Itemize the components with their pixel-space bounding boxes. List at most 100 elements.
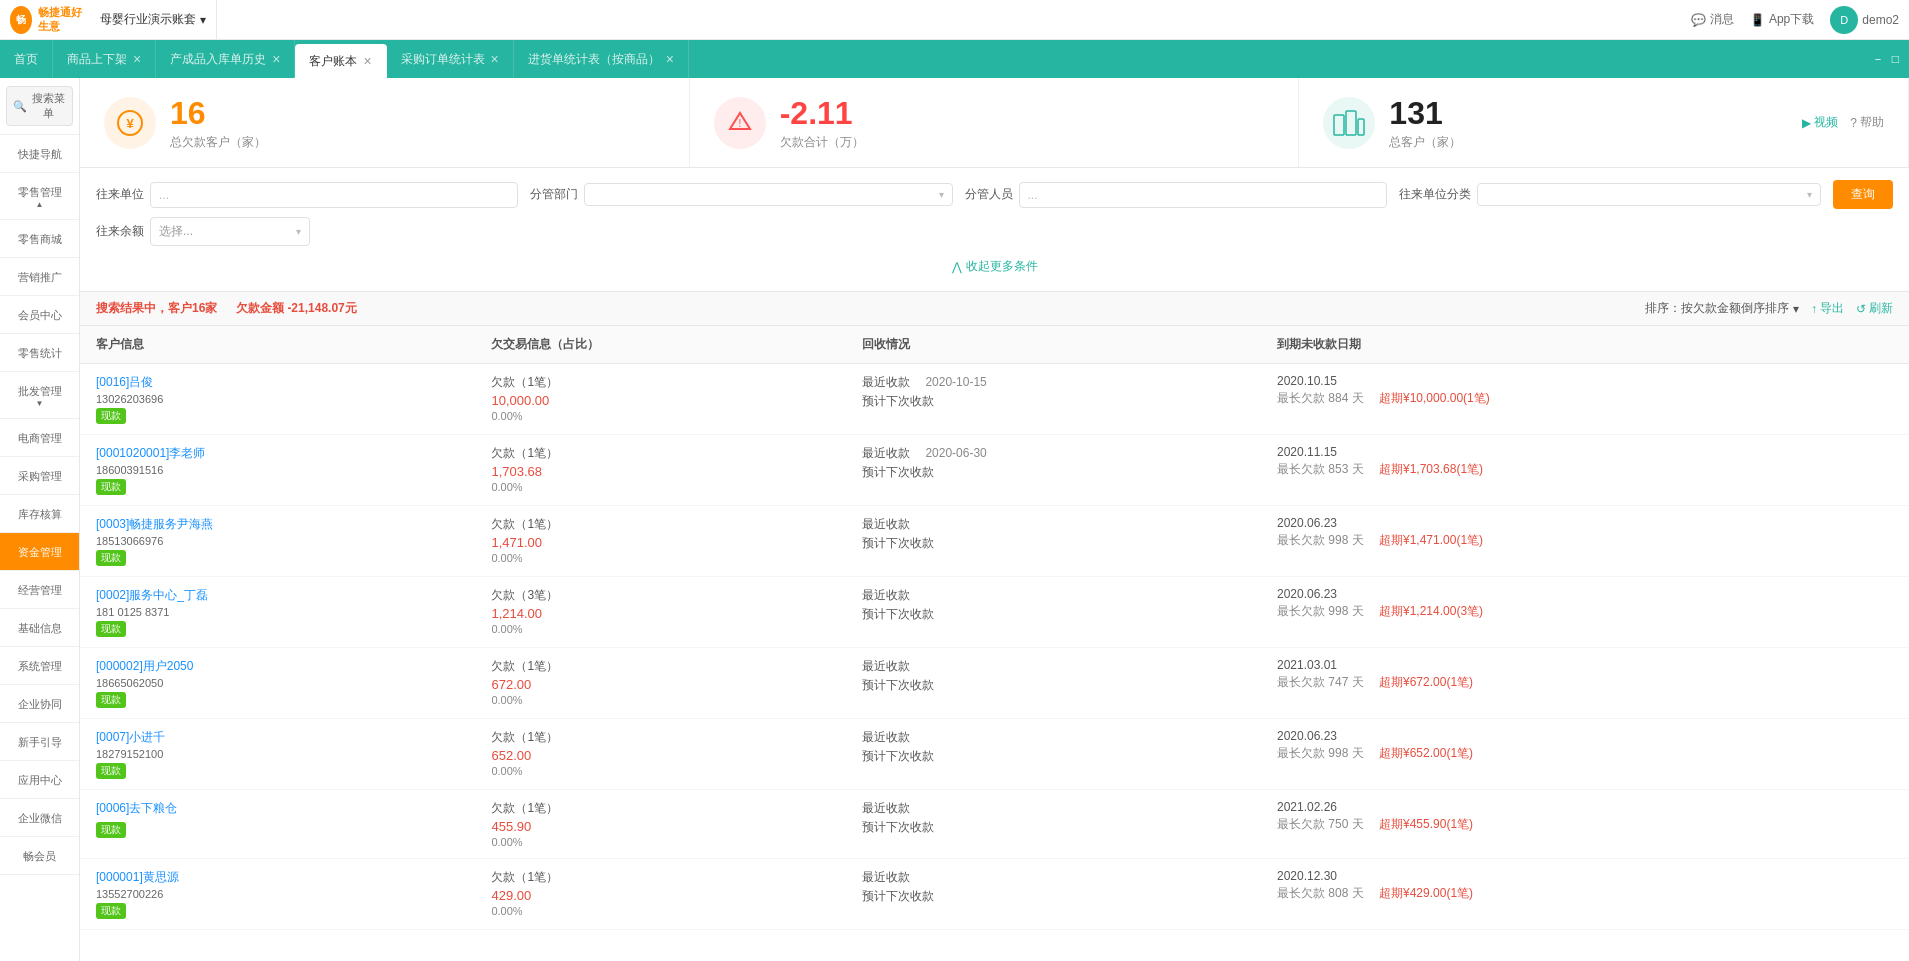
overdue-amount-link[interactable]: 超期¥672.00(1笔) [1379,675,1473,689]
overdue-amount-link[interactable]: 超期¥652.00(1笔) [1379,746,1473,760]
sidebar-item-basic-info[interactable]: 基础信息 [0,609,79,647]
wechat-label: 企业微信 [4,811,75,826]
tab-purchase-order[interactable]: 采购订单统计表 × [387,40,514,78]
sidebar-item-retail-mall[interactable]: 零售商城 [0,220,79,258]
tab-production-close[interactable]: × [272,52,280,66]
sidebar-item-marketing[interactable]: 营销推广 [0,258,79,296]
sidebar-item-wechat[interactable]: 企业微信 [0,799,79,837]
overdue-amount-link[interactable]: 超期¥1,471.00(1笔) [1379,533,1483,547]
tab-purchase-close[interactable]: × [491,52,499,66]
from-unit-input[interactable]: ... [150,182,518,208]
tab-home[interactable]: 首页 [0,40,53,78]
sidebar-item-ecommerce[interactable]: 电商管理 [0,419,79,457]
dept-select[interactable]: ▾ [584,183,952,206]
customer-badge: 现款 [96,621,126,637]
maximize-icon[interactable]: □ [1892,52,1899,66]
collapse-button[interactable]: ⋀ 收起更多条件 [96,254,1893,279]
sidebar-item-member[interactable]: 会员中心 [0,296,79,334]
balance-label: 往来余额 [96,223,144,240]
video-btn[interactable]: ▶ 视频 [1802,114,1838,131]
overdue-amount-link[interactable]: 超期¥1,214.00(3笔) [1379,604,1483,618]
export-button[interactable]: ↑ 导出 [1811,300,1844,317]
logo-icon: 畅 [10,6,32,34]
debt-amount: -21,148.07元 [287,301,356,315]
customer-id-link[interactable]: [0006]去下粮仓 [96,800,459,817]
overdue-amount-link[interactable]: 超期¥1,703.68(1笔) [1379,462,1483,476]
retail-stats-label: 零售统计 [4,346,75,361]
customer-id-link[interactable]: [0007]小进千 [96,729,459,746]
debt-ratio: 0.00% [491,410,830,422]
overdue-amount-link[interactable]: 超期¥10,000.00(1笔) [1379,391,1490,405]
refresh-button[interactable]: ↺ 刷新 [1856,300,1893,317]
minimize-icon[interactable]: － [1872,51,1884,68]
debt-amount[interactable]: 10,000.00 [491,393,830,408]
next-collect-label: 预计下次收款 [862,606,1245,623]
tab-customer-account[interactable]: 客户账本 × [295,44,386,78]
help-btn[interactable]: ? 帮助 [1850,114,1884,131]
customer-id-link[interactable]: [000001]黄思源 [96,869,459,886]
sidebar-item-finance[interactable]: 资金管理 [0,533,79,571]
customer-id-link[interactable]: [0016]吕俊 [96,374,459,391]
main-content: ¥ 16 总欠款客户（家） ! [80,78,1909,961]
debt-ratio: 0.00% [491,836,830,848]
manager-input[interactable]: ... [1019,182,1387,208]
table-row: [000001]黄思源 13552700226 现款 欠款（1笔） 429.00… [80,859,1909,930]
sidebar-item-system[interactable]: 系统管理 [0,647,79,685]
customer-id-link[interactable]: [0003]畅捷服务尹海燕 [96,516,459,533]
app-download-btn[interactable]: 📱 App下载 [1750,11,1814,28]
customer-phone: 13026203696 [96,393,459,405]
search-menu-btn[interactable]: 🔍 搜索菜单 [6,86,73,126]
tab-customer-close[interactable]: × [363,54,371,68]
debt-amount[interactable]: 1,214.00 [491,606,830,621]
sidebar-item-vip[interactable]: 畅会员 [0,837,79,875]
debt-amount[interactable]: 672.00 [491,677,830,692]
sidebar-item-quick-nav[interactable]: 快捷导航 [0,135,79,173]
sidebar-item-retail-mgmt[interactable]: 零售管理 ▲ [0,173,79,220]
tab-production-history[interactable]: 产成品入库单历史 × [156,40,295,78]
sort-selector[interactable]: 排序：按欠款金额倒序排序 ▾ [1645,300,1799,317]
table-row: [0016]吕俊 13026203696 现款 欠款（1笔） 10,000.00… [80,364,1909,435]
stat-card-debt-customers: ¥ 16 总欠款客户（家） [80,78,690,167]
sidebar-item-inventory[interactable]: 库存核算 [0,495,79,533]
customer-id-link[interactable]: [000002]用户2050 [96,658,459,675]
debt-amount[interactable]: 1,703.68 [491,464,830,479]
balance-select[interactable]: 选择... ▾ [150,217,310,246]
industry-selector[interactable]: 母婴行业演示账套 ▾ [90,0,217,39]
tab-incoming-close[interactable]: × [666,52,674,66]
svg-rect-4 [1346,111,1356,135]
debt-ratio: 0.00% [491,552,830,564]
balance-chevron-icon: ▾ [296,226,301,237]
sidebar-item-operations[interactable]: 经营管理 [0,571,79,609]
customer-badge: 现款 [96,479,126,495]
debt-amount[interactable]: 652.00 [491,748,830,763]
overdue-amount-link[interactable]: 超期¥429.00(1笔) [1379,886,1473,900]
customer-badge: 现款 [96,550,126,566]
sidebar: 🔍 搜索菜单 快捷导航 零售管理 ▲ 零售商城 营销推广 会员中心 零售统计 [0,78,80,961]
debt-amount[interactable]: 429.00 [491,888,830,903]
tab-incoming-stats[interactable]: 进货单统计表（按商品） × [514,40,689,78]
debt-amount[interactable]: 1,471.00 [491,535,830,550]
overdue-amount-link[interactable]: 超期¥455.90(1笔) [1379,817,1473,831]
search-menu-label: 搜索菜单 [31,91,66,121]
sidebar-item-newbie[interactable]: 新手引导 [0,723,79,761]
messages-btn[interactable]: 💬 消息 [1691,11,1734,28]
sidebar-item-batch-mgmt[interactable]: 批发管理 ▼ [0,372,79,419]
due-date-cell: 2021.03.01 最长欠款 747 天 超期¥672.00(1笔) [1261,648,1909,719]
svg-text:!: ! [738,118,741,129]
tab-products-close[interactable]: × [133,52,141,66]
col-collect-status: 回收情况 [846,326,1261,364]
tab-products-offline[interactable]: 商品上下架 × [53,40,156,78]
customer-id-link[interactable]: [0002]服务中心_丁磊 [96,587,459,604]
customer-id-link[interactable]: [0001020001]李老师 [96,445,459,462]
sidebar-item-retail-stats[interactable]: 零售统计 [0,334,79,372]
debt-amount[interactable]: 455.90 [491,819,830,834]
sidebar-item-purchase[interactable]: 采购管理 [0,457,79,495]
unit-category-select[interactable]: ▾ [1477,183,1821,206]
debt-ratio: 0.00% [491,905,830,917]
sidebar-item-app-center[interactable]: 应用中心 [0,761,79,799]
vip-label: 畅会员 [4,849,75,864]
user-profile[interactable]: D demo2 [1830,6,1899,34]
stats-row: ¥ 16 总欠款客户（家） ! [80,78,1909,168]
search-button[interactable]: 查询 [1833,180,1893,209]
sidebar-item-enterprise[interactable]: 企业协同 [0,685,79,723]
